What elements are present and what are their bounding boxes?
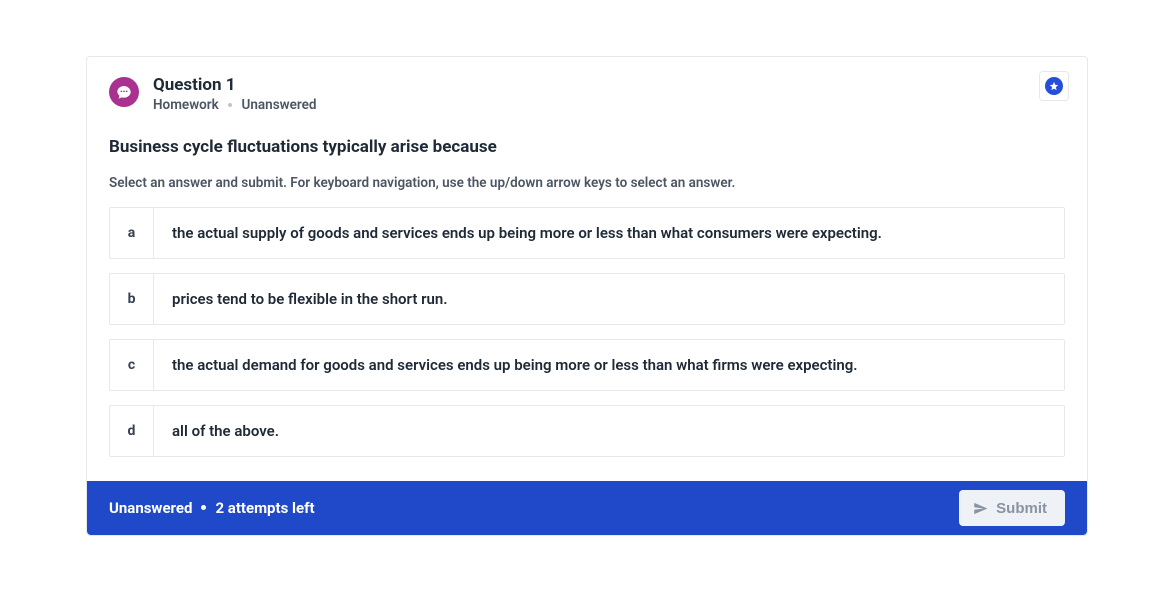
answer-choices: a the actual supply of goods and service… (87, 195, 1087, 481)
star-icon (1045, 77, 1063, 95)
question-instructions: Select an answer and submit. For keyboar… (87, 163, 1087, 195)
question-category: Homework (153, 97, 219, 113)
choice-key: d (110, 406, 154, 456)
choice-key: b (110, 274, 154, 324)
question-meta: Homework Unanswered (153, 97, 1065, 113)
question-stem: Business cycle fluctuations typically ar… (87, 121, 1087, 163)
choice-text: all of the above. (154, 406, 1064, 456)
question-status: Unanswered (242, 97, 317, 113)
answer-choice[interactable]: d all of the above. (109, 405, 1065, 457)
answer-choice[interactable]: a the actual supply of goods and service… (109, 207, 1065, 259)
footer-status: Unanswered 2 attempts left (109, 499, 315, 517)
answer-choice[interactable]: c the actual demand for goods and servic… (109, 339, 1065, 391)
choice-text: the actual demand for goods and services… (154, 340, 1064, 390)
title-block: Question 1 Homework Unanswered (153, 75, 1065, 113)
submit-button[interactable]: Submit (959, 490, 1065, 526)
choice-text: prices tend to be flexible in the short … (154, 274, 1064, 324)
answer-choice[interactable]: b prices tend to be flexible in the shor… (109, 273, 1065, 325)
chat-bubble-icon (109, 77, 139, 107)
question-header: Question 1 Homework Unanswered (87, 57, 1087, 121)
meta-separator-icon (228, 103, 232, 107)
bookmark-button[interactable] (1039, 71, 1069, 101)
choice-text: the actual supply of goods and services … (154, 208, 1064, 258)
footer-attempts: 2 attempts left (215, 499, 314, 517)
submit-button-label: Submit (996, 500, 1047, 517)
choice-key: a (110, 208, 154, 258)
choice-key: c (110, 340, 154, 390)
question-title: Question 1 (153, 75, 1065, 95)
question-card: Question 1 Homework Unanswered Business … (86, 56, 1088, 536)
question-footer: Unanswered 2 attempts left Submit (87, 481, 1087, 535)
footer-status-text: Unanswered (109, 499, 192, 517)
paper-plane-icon (973, 501, 988, 516)
dot-separator-icon (201, 505, 206, 510)
